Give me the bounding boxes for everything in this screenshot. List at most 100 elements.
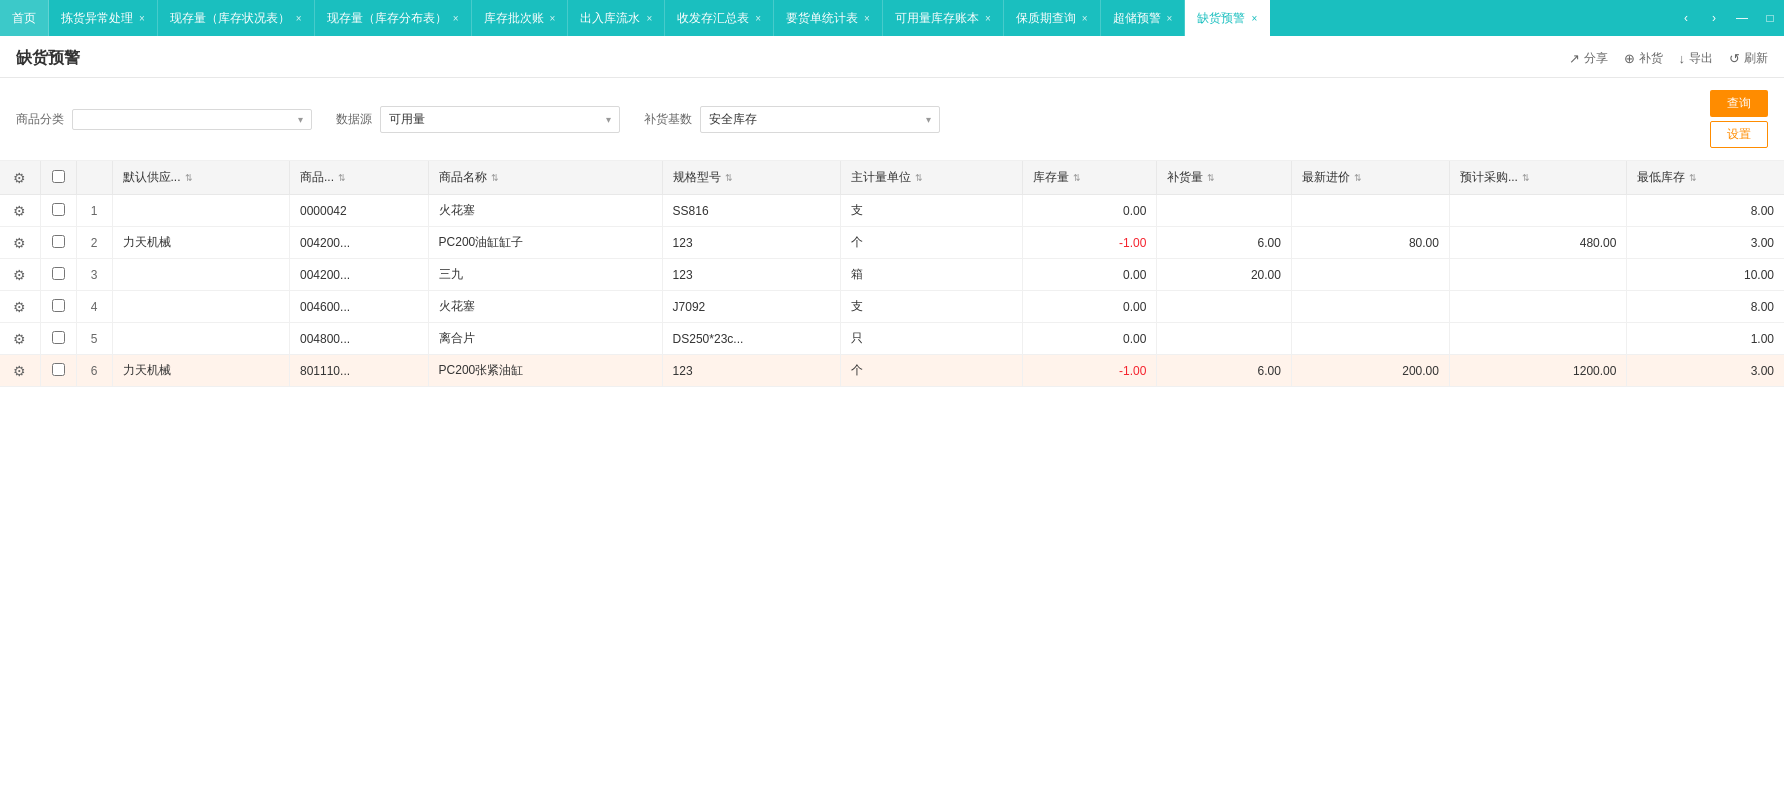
row-gear-1[interactable]: ⚙ [13, 235, 26, 251]
cell-checkbox-1 [40, 227, 76, 259]
row-checkbox-4[interactable] [52, 331, 65, 344]
tab-inventory-status[interactable]: 现存量（库存状况表） × [158, 0, 315, 36]
cell-min-stock-5: 3.00 [1627, 355, 1784, 387]
settings-button[interactable]: 设置 [1710, 121, 1768, 148]
sort-stock[interactable]: 库存量 ⇅ [1033, 169, 1147, 186]
cell-unit-0: 支 [841, 195, 1022, 227]
tab-close-avail[interactable]: × [985, 13, 991, 24]
sort-product-code[interactable]: 商品... ⇅ [300, 169, 418, 186]
cell-gear-2: ⚙ [0, 259, 40, 291]
category-select[interactable]: ▾ [72, 109, 312, 130]
tab-close-batch[interactable]: × [550, 13, 556, 24]
cell-num-2: 3 [76, 259, 112, 291]
replenish-select[interactable]: 安全库存 ▾ [700, 106, 940, 133]
share-icon: ↗ [1569, 51, 1580, 66]
row-checkbox-1[interactable] [52, 235, 65, 248]
th-spec: 规格型号 ⇅ [662, 161, 841, 195]
cell-checkbox-5 [40, 355, 76, 387]
tab-minimize[interactable]: — [1728, 0, 1756, 36]
tab-shortage[interactable]: 缺货预警 × [1185, 0, 1270, 36]
cell-replenish-qty-0 [1157, 195, 1292, 227]
cell-gear-5: ⚙ [0, 355, 40, 387]
cell-min-stock-1: 3.00 [1627, 227, 1784, 259]
row-checkbox-3[interactable] [52, 299, 65, 312]
datasource-select[interactable]: 可用量 ▾ [380, 106, 620, 133]
tab-maximize[interactable]: □ [1756, 0, 1784, 36]
tab-close-shortage[interactable]: × [1251, 13, 1257, 24]
th-gear: ⚙ [0, 161, 40, 195]
cell-replenish-qty-1: 6.00 [1157, 227, 1292, 259]
tab-nav-prev[interactable]: ‹ [1672, 0, 1700, 36]
row-checkbox-2[interactable] [52, 267, 65, 280]
row-checkbox-5[interactable] [52, 363, 65, 376]
table-row: ⚙ 2 力天机械 004200... PC200油缸缸子 123 个 -1.00… [0, 227, 1784, 259]
query-button[interactable]: 查询 [1710, 90, 1768, 117]
cell-est-purchase-1: 480.00 [1449, 227, 1627, 259]
cell-unit-2: 箱 [841, 259, 1022, 291]
row-gear-3[interactable]: ⚙ [13, 299, 26, 315]
cell-stock-4: 0.00 [1022, 323, 1157, 355]
sort-latest-price[interactable]: 最新进价 ⇅ [1302, 169, 1439, 186]
cell-name-1: PC200油缸缸子 [428, 227, 662, 259]
tab-order-stats[interactable]: 要货单统计表 × [774, 0, 883, 36]
cell-est-purchase-0 [1449, 195, 1627, 227]
tab-abnormal[interactable]: 拣货异常处理 × [49, 0, 158, 36]
tab-overstock[interactable]: 超储预警 × [1101, 0, 1186, 36]
column-settings-button[interactable]: ⚙ [13, 170, 26, 186]
tab-close-collect[interactable]: × [755, 13, 761, 24]
cell-spec-2: 123 [662, 259, 841, 291]
cell-gear-1: ⚙ [0, 227, 40, 259]
sort-supplier[interactable]: 默认供应... ⇅ [123, 169, 280, 186]
refresh-button[interactable]: ↺ 刷新 [1729, 50, 1768, 67]
table-row: ⚙ 5 004800... 离合片 DS250*23c... 只 0.00 1.… [0, 323, 1784, 355]
tab-close-inv-status[interactable]: × [296, 13, 302, 24]
row-gear-5[interactable]: ⚙ [13, 363, 26, 379]
cell-replenish-qty-2: 20.00 [1157, 259, 1292, 291]
replenish-select-value: 安全库存 [709, 111, 757, 128]
cell-latest-price-4 [1291, 323, 1449, 355]
tab-expiry-query[interactable]: 保质期查询 × [1004, 0, 1101, 36]
row-gear-2[interactable]: ⚙ [13, 267, 26, 283]
cell-supplier-1: 力天机械 [112, 227, 290, 259]
sort-product-name[interactable]: 商品名称 ⇅ [439, 169, 652, 186]
cell-gear-3: ⚙ [0, 291, 40, 323]
cell-replenish-qty-5: 6.00 [1157, 355, 1292, 387]
tab-close-abnormal[interactable]: × [139, 13, 145, 24]
tab-available-ledger[interactable]: 可用量库存账本 × [883, 0, 1004, 36]
table-row: ⚙ 3 004200... 三九 123 箱 0.00 20.00 10.00 [0, 259, 1784, 291]
tab-collect-summary[interactable]: 收发存汇总表 × [665, 0, 774, 36]
row-gear-4[interactable]: ⚙ [13, 331, 26, 347]
tab-inventory-dist[interactable]: 现存量（库存分布表） × [315, 0, 472, 36]
share-button[interactable]: ↗ 分享 [1569, 50, 1608, 67]
sort-replenish-qty[interactable]: 补货量 ⇅ [1167, 169, 1281, 186]
sort-spec[interactable]: 规格型号 ⇅ [673, 169, 831, 186]
sort-unit[interactable]: 主计量单位 ⇅ [851, 169, 1011, 186]
tab-close-order[interactable]: × [864, 13, 870, 24]
tab-batch-account[interactable]: 库存批次账 × [472, 0, 569, 36]
tab-close-overstock[interactable]: × [1167, 13, 1173, 24]
cell-unit-5: 个 [841, 355, 1022, 387]
cell-supplier-3 [112, 291, 290, 323]
row-checkbox-0[interactable] [52, 203, 65, 216]
tab-nav-next[interactable]: › [1700, 0, 1728, 36]
replenish-button[interactable]: ⊕ 补货 [1624, 50, 1663, 67]
tab-home[interactable]: 首页 [0, 0, 49, 36]
cell-spec-3: J7092 [662, 291, 841, 323]
th-supplier: 默认供应... ⇅ [112, 161, 290, 195]
filter-bar: 商品分类 ▾ 数据源 可用量 ▾ 补货基数 安全库存 ▾ 查询 设置 [0, 78, 1784, 161]
tab-close-inout[interactable]: × [646, 13, 652, 24]
select-all-checkbox[interactable] [52, 170, 65, 183]
cell-num-0: 1 [76, 195, 112, 227]
sort-icon-stock: ⇅ [1073, 173, 1081, 183]
cell-latest-price-2 [1291, 259, 1449, 291]
cell-code-4: 004800... [290, 323, 429, 355]
row-gear-0[interactable]: ⚙ [13, 203, 26, 219]
export-button[interactable]: ↓ 导出 [1679, 50, 1714, 67]
cell-code-3: 004600... [290, 291, 429, 323]
sort-est-purchase[interactable]: 预计采购... ⇅ [1460, 169, 1617, 186]
tab-inout-flow[interactable]: 出入库流水 × [568, 0, 665, 36]
filter-actions: 查询 设置 [1710, 90, 1768, 148]
tab-close-inv-dist[interactable]: × [453, 13, 459, 24]
tab-close-expiry[interactable]: × [1082, 13, 1088, 24]
sort-min-stock[interactable]: 最低库存 ⇅ [1637, 169, 1774, 186]
